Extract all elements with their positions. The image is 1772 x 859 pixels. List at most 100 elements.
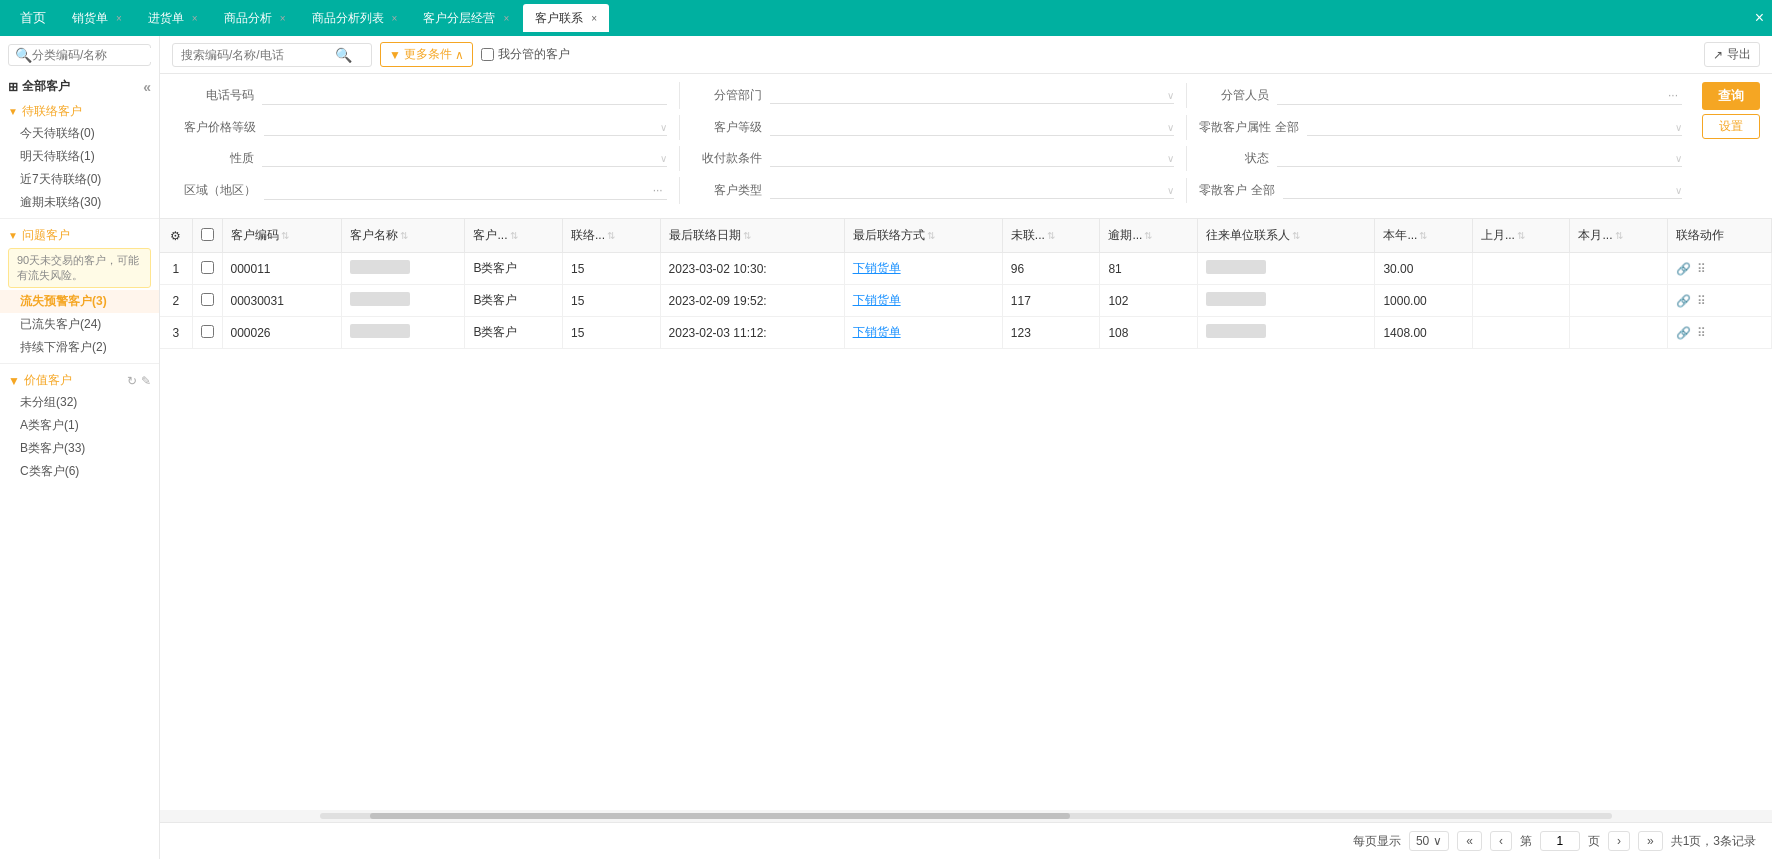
sidebar-group-problem[interactable]: ▼ 问题客户 [0,223,159,246]
filter-customer-grade-select[interactable]: ∨ [770,120,1175,136]
nav-tab-customer-segment[interactable]: 客户分层经营 × [411,4,521,32]
row-lastmethod-3[interactable]: 下销货单 [844,317,1002,349]
col-last-method[interactable]: 最后联络方式⇅ [844,219,1002,253]
nav-tab-analysis[interactable]: 商品分析 × [212,4,298,32]
filter-price-grade-select[interactable]: ∨ [264,120,667,136]
link-salesorder-1[interactable]: 下销货单 [853,261,901,275]
sidebar-item-churned[interactable]: 已流失客户(24) [0,313,159,336]
sidebar-search-input[interactable] [32,48,160,62]
next-page-button[interactable]: › [1608,831,1630,851]
sort-icon6: ⇅ [927,230,935,241]
sidebar-item-classC[interactable]: C类客户(6) [0,460,159,483]
last-page-button[interactable]: » [1638,831,1663,851]
filter-status-select[interactable]: ∨ [1277,151,1682,167]
nav-tab-customer-contact[interactable]: 客户联系 × [523,4,609,32]
action-grid-2[interactable]: ⠿ [1697,294,1706,308]
first-page-button[interactable]: « [1457,831,1482,851]
scroll-track[interactable] [320,813,1612,819]
sidebar-item-churn-warning[interactable]: 流失预警客户(3) [0,290,159,313]
sidebar-item-today[interactable]: 今天待联络(0) [0,122,159,145]
col-uncontacted[interactable]: 未联...⇅ [1002,219,1100,253]
my-customers-checkbox[interactable]: 我分管的客户 [481,46,570,63]
col-last-month[interactable]: 上月...⇅ [1472,219,1570,253]
edit-icon[interactable]: ✎ [141,374,151,388]
link-salesorder-3[interactable]: 下销货单 [853,325,901,339]
page-size-select[interactable]: 50 ∨ [1409,831,1449,851]
close-tab-customer-segment[interactable]: × [503,13,509,24]
sidebar-item-declining[interactable]: 持续下滑客户(2) [0,336,159,359]
more-filters-button[interactable]: ▼ 更多条件 ∧ [380,42,473,67]
col-contact[interactable]: 联络...⇅ [563,219,661,253]
filter-panel: 电话号码 分管部门 ∨ 分管人员 [160,74,1772,219]
nav-tab-analysis-list[interactable]: 商品分析列表 × [300,4,410,32]
scroll-thumb[interactable] [370,813,1070,819]
filter-retail-attr-select[interactable]: ∨ [1307,120,1682,136]
close-tab-sales[interactable]: × [116,13,122,24]
nav-tab-sales[interactable]: 销货单 × [60,4,134,32]
filter-region-select[interactable]: ··· [264,181,667,200]
link-salesorder-2[interactable]: 下销货单 [853,293,901,307]
col-type[interactable]: 客户...⇅ [465,219,563,253]
sidebar-item-7days[interactable]: 近7天待联络(0) [0,168,159,191]
sidebar-search-box[interactable]: 🔍 [8,44,151,66]
query-button[interactable]: 查询 [1702,82,1760,110]
col-this-year[interactable]: 本年...⇅ [1375,219,1473,253]
nav-tab-purchase[interactable]: 进货单 × [136,4,210,32]
col-code[interactable]: 客户编码⇅ [222,219,342,253]
sidebar-group-pending[interactable]: ▼ 待联络客户 [0,99,159,122]
search-box[interactable]: 🔍 [172,43,372,67]
sidebar-item-classB[interactable]: B类客户(33) [0,437,159,460]
row-uncontacted-3: 123 [1002,317,1100,349]
search-input[interactable] [181,48,331,62]
page-input[interactable] [1540,831,1580,851]
col-overdue[interactable]: 逾期...⇅ [1100,219,1198,253]
close-tab-analysis[interactable]: × [280,13,286,24]
refresh-icon[interactable]: ↻ [127,374,137,388]
sidebar-item-classA[interactable]: A类客户(1) [0,414,159,437]
search-button[interactable]: 🔍 [335,47,352,63]
sidebar-item-ungraded[interactable]: 未分组(32) [0,391,159,414]
col-contact2[interactable]: 往来单位联系人⇅ [1197,219,1374,253]
row-lastmethod-2[interactable]: 下销货单 [844,285,1002,317]
row-checkbox-2[interactable] [192,285,222,317]
close-tab-customer-contact[interactable]: × [591,13,597,24]
row-checkbox-1[interactable] [192,253,222,285]
col-last-date[interactable]: 最后联络日期⇅ [660,219,844,253]
action-grid-3[interactable]: ⠿ [1697,326,1706,340]
prev-page-button[interactable]: ‹ [1490,831,1512,851]
filter-type-select[interactable]: ∨ [770,183,1175,199]
filter-more-icon[interactable]: ··· [1664,88,1682,102]
row-checkbox-3[interactable] [192,317,222,349]
filter-payment-select[interactable]: ∨ [770,151,1175,167]
horizontal-scrollbar[interactable] [160,810,1772,822]
close-all-button[interactable]: × [1755,9,1764,27]
close-tab-analysis-list[interactable]: × [392,13,398,24]
sidebar-item-tomorrow[interactable]: 明天待联络(1) [0,145,159,168]
col-this-month[interactable]: 本月...⇅ [1570,219,1668,253]
col-checkbox[interactable] [192,219,222,253]
filter-dept-select[interactable]: ∨ [770,88,1175,104]
filter-phone-input[interactable] [262,86,667,105]
filter-manager-select[interactable]: ··· [1277,86,1682,105]
sidebar-group-value[interactable]: ▼ 价值客户 [8,372,72,389]
close-tab-purchase[interactable]: × [192,13,198,24]
action-link-3[interactable]: 🔗 [1676,326,1691,340]
nav-home[interactable]: 首页 [8,9,58,27]
action-grid-1[interactable]: ⠿ [1697,262,1706,276]
filter-nature-select[interactable]: ∨ [262,151,667,167]
filter-retail-select[interactable]: ∨ [1283,183,1682,199]
select-all-checkbox[interactable] [201,228,214,241]
settings-button[interactable]: 设置 [1702,114,1760,139]
export-button[interactable]: ↗ 导出 [1704,42,1760,67]
filter-icon: ▼ [389,48,401,62]
sidebar-item-overdue[interactable]: 逾期未联络(30) [0,191,159,214]
row-uncontacted-2: 117 [1002,285,1100,317]
my-customers-check[interactable] [481,48,494,61]
col-settings[interactable]: ⚙ [160,219,192,253]
filter-region-more[interactable]: ··· [649,183,667,197]
sidebar-all-customers[interactable]: ⊞ 全部客户 « [0,74,159,99]
row-lastmethod-1[interactable]: 下销货单 [844,253,1002,285]
action-link-2[interactable]: 🔗 [1676,294,1691,308]
action-link-1[interactable]: 🔗 [1676,262,1691,276]
col-name[interactable]: 客户名称⇅ [342,219,465,253]
